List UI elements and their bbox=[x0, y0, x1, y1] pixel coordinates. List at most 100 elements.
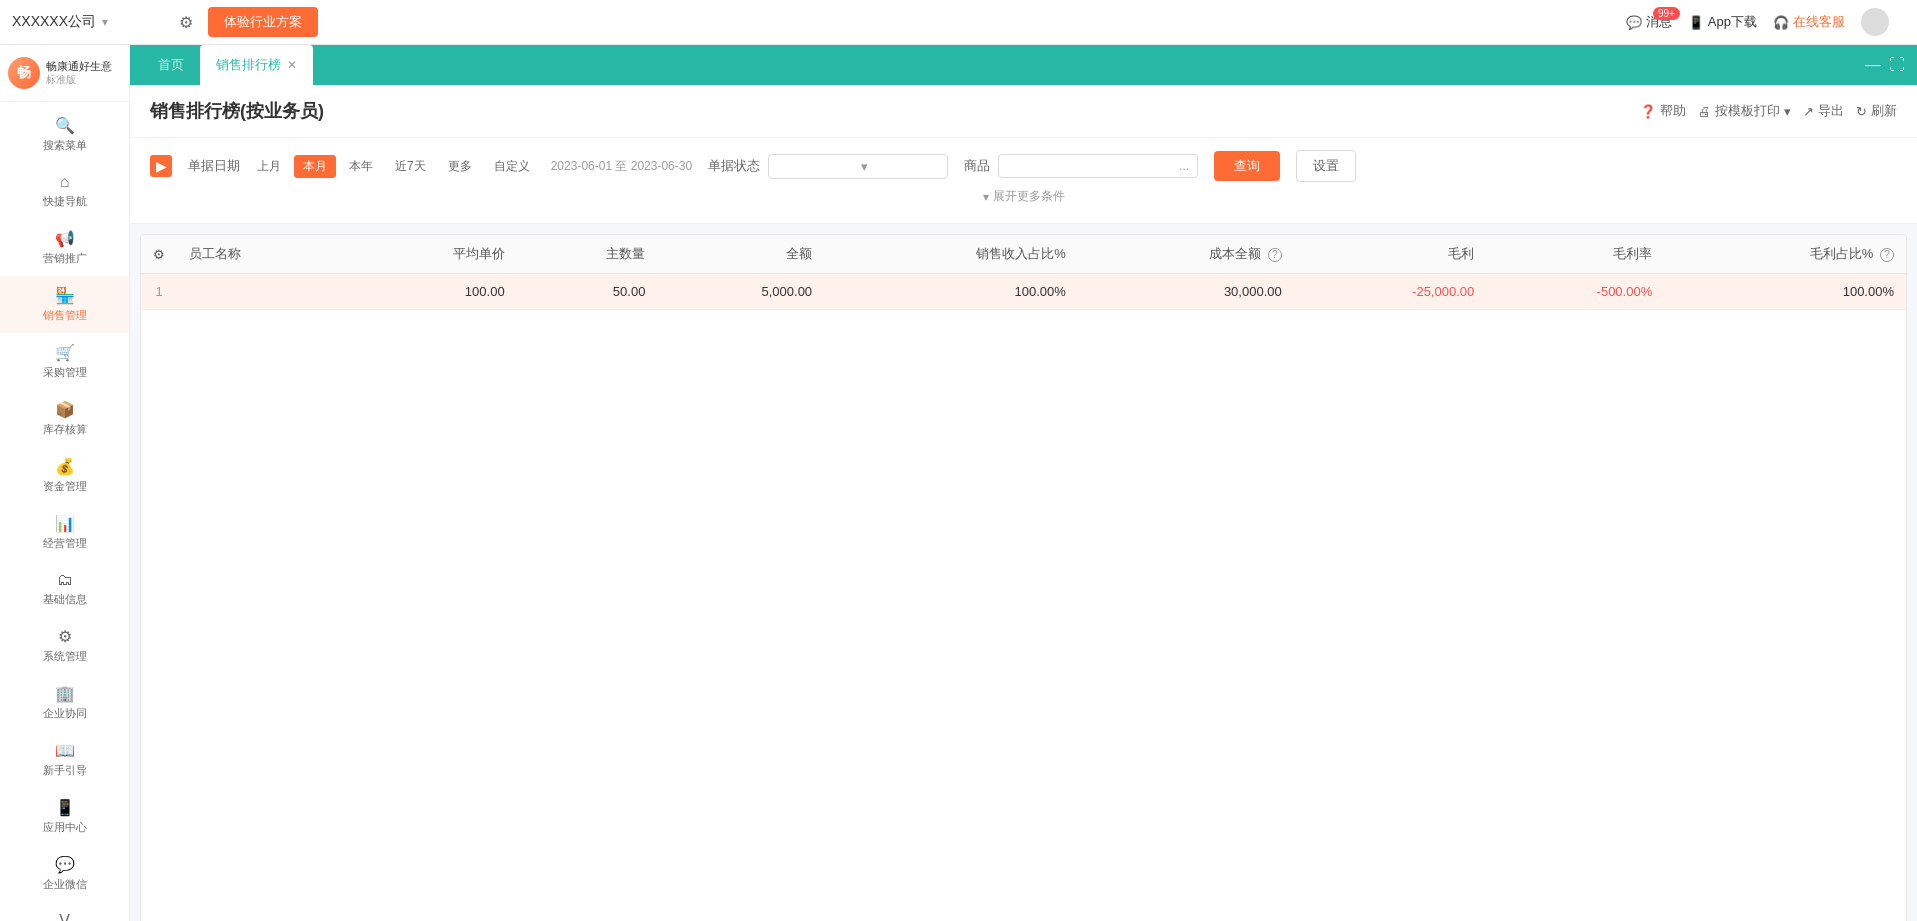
table-container: ⚙ 员工名称 平均单价 主数量 全额 销售收入占比% 成本全额 ? 毛利 bbox=[140, 234, 1907, 921]
column-settings-icon[interactable]: ⚙ bbox=[153, 247, 165, 262]
cell-cost: 30,000.00 bbox=[1078, 274, 1294, 310]
tab-sales-rank[interactable]: 销售排行榜 ✕ bbox=[200, 45, 313, 85]
export-button[interactable]: ↗ 导出 bbox=[1803, 102, 1844, 120]
filter-row-main: ▶ 单据日期 上月 本月 本年 近7天 更多 自定义 2023-06-01 至 … bbox=[150, 150, 1897, 182]
tab-close-icon[interactable]: ✕ bbox=[287, 58, 297, 72]
sidebar: 畅 畅康通好生意 标准版 🔍 搜索菜单 ⌂ 快捷导航 📢 营销推广 🏪 销售管理 bbox=[0, 45, 130, 921]
col-settings[interactable]: ⚙ bbox=[141, 235, 177, 274]
sidebar-label-marketing: 营销推广 bbox=[43, 251, 87, 266]
cost-info-icon[interactable]: ? bbox=[1268, 248, 1282, 262]
message-icon: 💬 bbox=[1626, 15, 1642, 30]
settings-gear-button[interactable]: ⚙ bbox=[172, 8, 200, 36]
cell-name bbox=[177, 274, 347, 310]
trial-button[interactable]: 体验行业方案 bbox=[208, 7, 318, 37]
building-icon: 🏢 bbox=[55, 684, 75, 703]
help-button[interactable]: ❓ 帮助 bbox=[1640, 102, 1686, 120]
sidebar-label-search: 搜索菜单 bbox=[43, 138, 87, 153]
book-icon: 📖 bbox=[55, 741, 75, 760]
megaphone-icon: 📢 bbox=[55, 229, 75, 248]
table-row: 1 100.00 50.00 5,000.00 100.00% 30,000.0… bbox=[141, 274, 1906, 310]
money-icon: 💰 bbox=[55, 457, 75, 476]
sidebar-item-system[interactable]: ⚙ 系统管理 bbox=[0, 617, 129, 674]
date-label: 单据日期 bbox=[188, 157, 240, 175]
sidebar-item-wechat[interactable]: 💬 企业微信 bbox=[0, 845, 129, 902]
col-gross-pct: 毛利占比% ? bbox=[1664, 235, 1906, 274]
col-qty: 主数量 bbox=[517, 235, 658, 274]
message-button[interactable]: 💬 消息 99+ bbox=[1626, 13, 1672, 31]
sidebar-item-apps[interactable]: 📱 应用中心 bbox=[0, 788, 129, 845]
sidebar-item-member[interactable]: V 畅会员 bbox=[0, 902, 129, 921]
mobile-icon: 📱 bbox=[55, 798, 75, 817]
company-name: XXXXXX公司 bbox=[12, 13, 96, 31]
filter-toggle-button[interactable]: ▶ bbox=[150, 155, 172, 177]
sidebar-item-shortcut[interactable]: ⌂ 快捷导航 bbox=[0, 163, 129, 219]
online-service-button[interactable]: 🎧 在线客服 bbox=[1773, 13, 1845, 31]
top-bar: XXXXXX公司 ▾ ⚙ 体验行业方案 💬 消息 99+ 📱 App下载 🎧 在… bbox=[0, 0, 1917, 45]
sidebar-item-inventory[interactable]: 📦 库存核算 bbox=[0, 390, 129, 447]
print-button[interactable]: 🖨 按模板打印 ▾ bbox=[1698, 102, 1791, 120]
refresh-icon: ↻ bbox=[1856, 104, 1867, 119]
sidebar-nav: 🔍 搜索菜单 ⌂ 快捷导航 📢 营销推广 🏪 销售管理 🛒 采购管理 📦 bbox=[0, 102, 129, 921]
sidebar-item-search[interactable]: 🔍 搜索菜单 bbox=[0, 106, 129, 163]
sidebar-label-guide: 新手引导 bbox=[43, 763, 87, 778]
tab-home[interactable]: 首页 bbox=[142, 45, 200, 85]
table-settings-button[interactable]: 设置 bbox=[1296, 150, 1356, 182]
tab-bar-right: — ⛶ bbox=[1865, 56, 1905, 74]
goods-picker-icon[interactable]: ... bbox=[1179, 159, 1189, 173]
data-table: ⚙ 员工名称 平均单价 主数量 全额 销售收入占比% 成本全额 ? 毛利 bbox=[141, 235, 1906, 310]
header-row: ⚙ 员工名称 平均单价 主数量 全额 销售收入占比% 成本全额 ? 毛利 bbox=[141, 235, 1906, 274]
cell-rank: 1 bbox=[141, 274, 177, 310]
chevron-down-icon: ▾ bbox=[102, 15, 108, 29]
filter-area: ▶ 单据日期 上月 本月 本年 近7天 更多 自定义 2023-06-01 至 … bbox=[130, 138, 1917, 224]
date-tab-current-month[interactable]: 本月 bbox=[294, 155, 336, 178]
sidebar-item-operation[interactable]: 📊 经营管理 bbox=[0, 504, 129, 561]
tab-sales-rank-label: 销售排行榜 bbox=[216, 56, 281, 74]
goods-input[interactable]: ... bbox=[998, 154, 1198, 178]
sidebar-item-guide[interactable]: 📖 新手引导 bbox=[0, 731, 129, 788]
cell-amount: 5,000.00 bbox=[657, 274, 824, 310]
sidebar-item-sales[interactable]: 🏪 销售管理 bbox=[0, 276, 129, 333]
minimize-button[interactable]: — bbox=[1865, 56, 1881, 74]
date-tab-7days[interactable]: 近7天 bbox=[386, 155, 435, 178]
app-download-button[interactable]: 📱 App下载 bbox=[1688, 13, 1757, 31]
box-icon: 📦 bbox=[55, 400, 75, 419]
refresh-button[interactable]: ↻ 刷新 bbox=[1856, 102, 1897, 120]
sidebar-label-basic: 基础信息 bbox=[43, 592, 87, 607]
logo-line2: 标准版 bbox=[46, 73, 112, 87]
status-label: 单据状态 bbox=[708, 157, 760, 175]
date-filter: 单据日期 上月 本月 本年 近7天 更多 自定义 2023-06-01 至 20… bbox=[188, 155, 692, 178]
date-tab-custom[interactable]: 自定义 bbox=[485, 155, 539, 178]
avatar[interactable] bbox=[1861, 8, 1889, 36]
col-revenue-pct: 销售收入占比% bbox=[824, 235, 1078, 274]
sidebar-label-finance: 资金管理 bbox=[43, 479, 87, 494]
page-content: 销售排行榜(按业务员) ❓ 帮助 🖨 按模板打印 ▾ ↗ 导出 bbox=[130, 85, 1917, 921]
query-button[interactable]: 查询 bbox=[1214, 151, 1280, 181]
date-tab-last-month[interactable]: 上月 bbox=[248, 155, 290, 178]
date-tab-year[interactable]: 本年 bbox=[340, 155, 382, 178]
sidebar-item-basic[interactable]: 🗂 基础信息 bbox=[0, 561, 129, 617]
col-amount: 全额 bbox=[657, 235, 824, 274]
sidebar-item-enterprise[interactable]: 🏢 企业协同 bbox=[0, 674, 129, 731]
expand-button[interactable]: ⛶ bbox=[1889, 56, 1905, 74]
search-icon: 🔍 bbox=[55, 116, 75, 135]
sidebar-item-finance[interactable]: 💰 资金管理 bbox=[0, 447, 129, 504]
help-icon: ❓ bbox=[1640, 104, 1656, 119]
date-tabs: 上月 本月 本年 近7天 更多 自定义 bbox=[248, 155, 539, 178]
sidebar-item-marketing[interactable]: 📢 营销推广 bbox=[0, 219, 129, 276]
folder-icon: 🗂 bbox=[57, 571, 73, 589]
sidebar-label-shortcut: 快捷导航 bbox=[43, 194, 87, 209]
cell-gross: -25,000.00 bbox=[1294, 274, 1487, 310]
table-body: 1 100.00 50.00 5,000.00 100.00% 30,000.0… bbox=[141, 274, 1906, 310]
status-select[interactable]: ▾ bbox=[768, 154, 948, 179]
sidebar-label-operation: 经营管理 bbox=[43, 536, 87, 551]
gross-pct-info-icon[interactable]: ? bbox=[1880, 248, 1894, 262]
cell-gross-pct: 100.00% bbox=[1664, 274, 1906, 310]
sidebar-item-purchase[interactable]: 🛒 采购管理 bbox=[0, 333, 129, 390]
logo-text-area: 畅康通好生意 标准版 bbox=[46, 59, 112, 87]
sidebar-label-system: 系统管理 bbox=[43, 649, 87, 664]
date-tab-more[interactable]: 更多 bbox=[439, 155, 481, 178]
expand-more-button[interactable]: ▾ 展开更多条件 bbox=[983, 188, 1065, 205]
company-selector[interactable]: XXXXXX公司 ▾ bbox=[12, 13, 172, 31]
cell-gross-rate: -500.00% bbox=[1486, 274, 1664, 310]
sidebar-label-apps: 应用中心 bbox=[43, 820, 87, 835]
